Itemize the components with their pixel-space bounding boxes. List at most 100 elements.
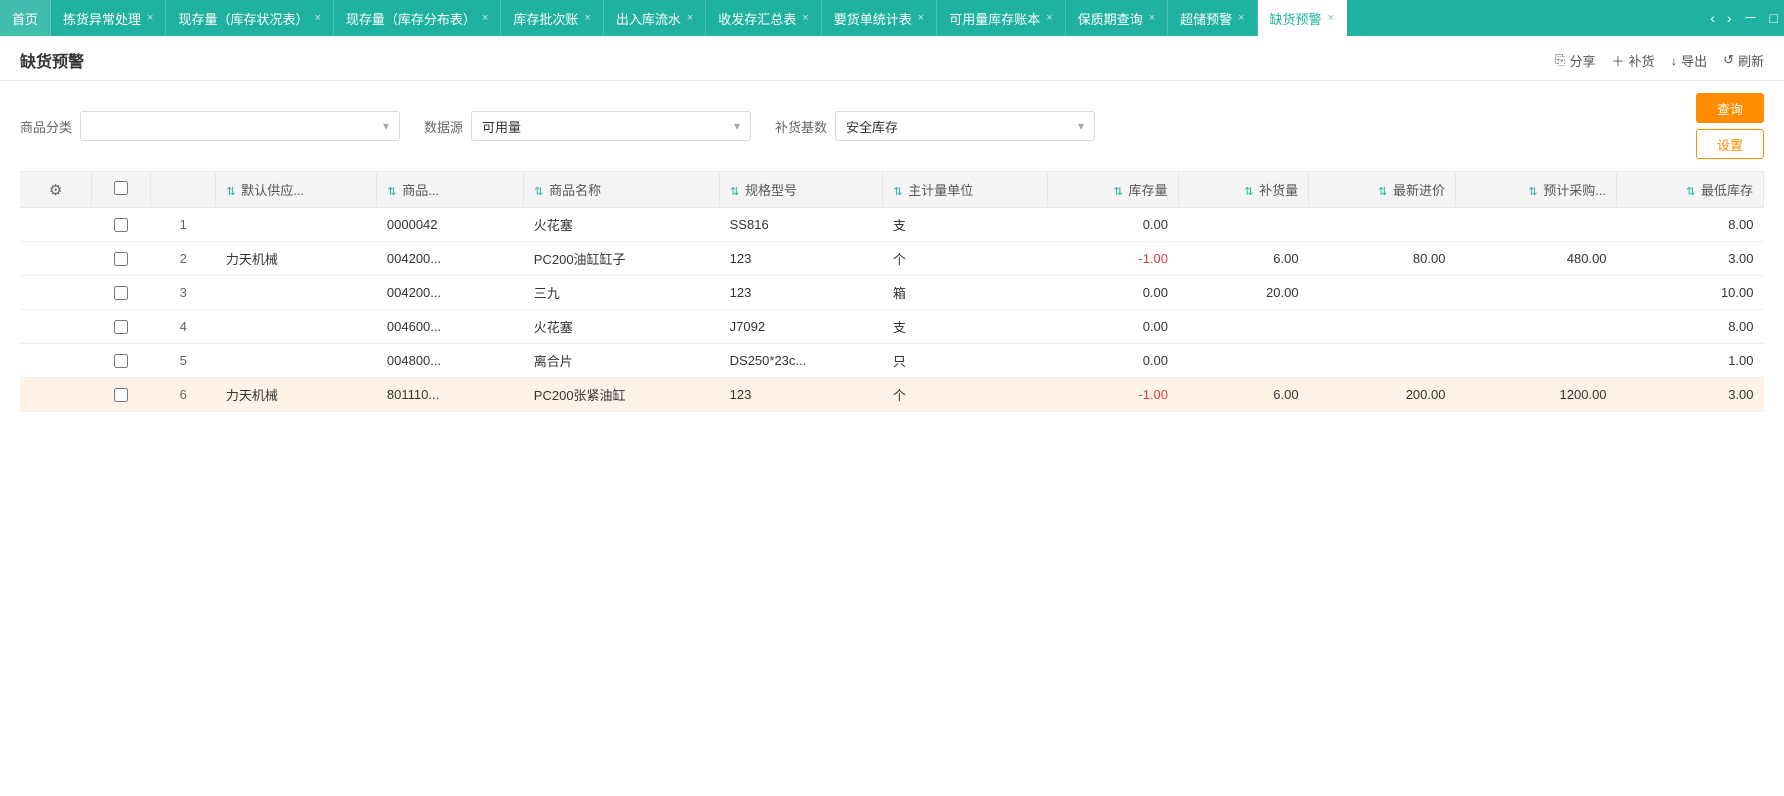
close-stock-dist-tab[interactable]: × [482,12,488,24]
row-code: 801110... [377,378,524,412]
replenish-action[interactable]: ＋ 补货 [1612,51,1655,70]
tab-exception[interactable]: 拣货异常处理 × [51,0,166,36]
row-supplier [216,276,377,310]
tab-minimize[interactable]: － [1738,4,1764,32]
th-spec-label: 规格型号 [745,183,797,198]
table-row[interactable]: 6 力天机械 801110... PC200张紧油缸 123 个 -1.00 6… [20,378,1764,412]
close-exception-tab[interactable]: × [147,12,153,24]
tab-maximize[interactable]: □ [1764,6,1784,30]
tab-inout[interactable]: 出入库流水 × [604,0,706,36]
row-replenish: 6.00 [1178,242,1309,276]
th-number [151,172,216,208]
tab-bar: 首页 拣货异常处理 × 现存量（库存状况表） × 现存量（库存分布表） × 库存… [0,0,1784,36]
row-checkbox-cell[interactable] [92,378,151,412]
table-row[interactable]: 3 004200... 三九 123 箱 0.00 20.00 10.00 [20,276,1764,310]
settings-button[interactable]: 设置 [1696,129,1764,159]
page-header: 缺货预警 ⎘ 分享 ＋ 补货 ↓ 导出 ↺ 刷新 [0,36,1784,81]
export-action[interactable]: ↓ 导出 [1671,51,1708,70]
close-expiry-tab[interactable]: × [1149,12,1155,24]
row-checkbox[interactable] [114,252,128,266]
th-name[interactable]: ⇅ 商品名称 [524,172,720,208]
replenish-base-select[interactable]: 安全库存 ▾ [835,111,1095,141]
close-shortage-tab[interactable]: × [1328,12,1334,24]
row-min-stock: 1.00 [1617,344,1764,378]
stock-sort-icon: ⇅ [1114,186,1123,198]
select-all-checkbox[interactable] [114,181,128,195]
row-checkbox-cell[interactable] [92,344,151,378]
row-code: 0000042 [377,208,524,242]
row-checkbox-cell[interactable] [92,242,151,276]
th-supplier-label: 默认供应... [241,183,304,198]
spec-sort-icon: ⇅ [730,186,739,198]
row-checkbox[interactable] [114,388,128,402]
th-stock[interactable]: ⇅ 库存量 [1047,172,1178,208]
row-checkbox[interactable] [114,218,128,232]
close-stock-status-tab[interactable]: × [314,12,320,24]
table-row[interactable]: 5 004800... 离合片 DS250*23c... 只 0.00 1.00 [20,344,1764,378]
row-checkbox[interactable] [114,286,128,300]
tab-stock-status[interactable]: 现存量（库存状况表） × [166,0,333,36]
row-checkbox-cell[interactable] [92,208,151,242]
row-min-stock: 3.00 [1617,378,1764,412]
th-spec[interactable]: ⇅ 规格型号 [720,172,883,208]
tab-batch[interactable]: 库存批次账 × [501,0,603,36]
refresh-action[interactable]: ↺ 刷新 [1723,51,1764,70]
tab-collect[interactable]: 收发存汇总表 × [706,0,821,36]
close-inout-tab[interactable]: × [687,12,693,24]
category-select[interactable]: ▾ [80,111,400,141]
row-supplier: 力天机械 [216,242,377,276]
row-settings-cell [20,310,92,344]
th-unit[interactable]: ⇅ 主计量单位 [883,172,1048,208]
row-unit: 只 [883,344,1048,378]
tab-home[interactable]: 首页 [0,0,51,36]
tab-nav-next[interactable]: › [1721,6,1738,30]
th-supplier[interactable]: ⇅ 默认供应... [216,172,377,208]
refresh-icon: ↺ [1723,52,1734,68]
tab-overstock[interactable]: 超储预警 × [1168,0,1257,36]
th-estimate[interactable]: ⇅ 预计采购... [1455,172,1616,208]
row-code: 004200... [377,242,524,276]
row-spec: SS816 [720,208,883,242]
th-min-stock-label: 最低库存 [1701,183,1753,198]
row-checkbox-cell[interactable] [92,310,151,344]
th-price[interactable]: ⇅ 最新进价 [1309,172,1456,208]
row-latest-price [1309,276,1456,310]
datasource-select[interactable]: 可用量 ▾ [471,111,751,141]
table-header-row: ⚙ ⇅ 默认供应... ⇅ 商品... ⇅ [20,172,1764,208]
row-latest-price [1309,310,1456,344]
row-number: 2 [151,242,216,276]
table-row[interactable]: 1 0000042 火花塞 SS816 支 0.00 8.00 [20,208,1764,242]
tab-expiry[interactable]: 保质期查询 × [1066,0,1168,36]
close-available-tab[interactable]: × [1046,12,1052,24]
close-batch-tab[interactable]: × [584,12,590,24]
row-unit: 个 [883,378,1048,412]
estimate-sort-icon: ⇅ [1528,186,1537,198]
table-row[interactable]: 2 力天机械 004200... PC200油缸缸子 123 个 -1.00 6… [20,242,1764,276]
row-checkbox[interactable] [114,354,128,368]
th-min-stock[interactable]: ⇅ 最低库存 [1617,172,1764,208]
row-checkbox[interactable] [114,320,128,334]
tab-available[interactable]: 可用量库存账本 × [937,0,1065,36]
row-spec: DS250*23c... [720,344,883,378]
table-row[interactable]: 4 004600... 火花塞 J7092 支 0.00 8.00 [20,310,1764,344]
tab-order-stat[interactable]: 要货单统计表 × [822,0,937,36]
tab-stock-dist[interactable]: 现存量（库存分布表） × [334,0,501,36]
share-action[interactable]: ⎘ 分享 [1555,51,1595,70]
filter-bar: 商品分类 ▾ 数据源 可用量 ▾ 补货基数 安全库存 ▾ 查询 设置 [0,81,1784,171]
row-latest-price: 200.00 [1309,378,1456,412]
datasource-filter-group: 数据源 可用量 ▾ [424,111,751,141]
query-button[interactable]: 查询 [1696,93,1764,123]
row-number: 5 [151,344,216,378]
th-code[interactable]: ⇅ 商品... [377,172,524,208]
close-overstock-tab[interactable]: × [1238,12,1244,24]
th-settings[interactable]: ⚙ [20,172,92,208]
tab-nav-prev[interactable]: ‹ [1704,6,1721,30]
table-settings-gear-icon[interactable]: ⚙ [49,182,62,199]
row-checkbox-cell[interactable] [92,276,151,310]
row-number: 4 [151,310,216,344]
tab-shortage[interactable]: 缺货预警 × [1258,0,1347,36]
th-replenish[interactable]: ⇅ 补货量 [1178,172,1309,208]
close-collect-tab[interactable]: × [802,12,808,24]
th-checkbox[interactable] [92,172,151,208]
close-order-stat-tab[interactable]: × [918,12,924,24]
